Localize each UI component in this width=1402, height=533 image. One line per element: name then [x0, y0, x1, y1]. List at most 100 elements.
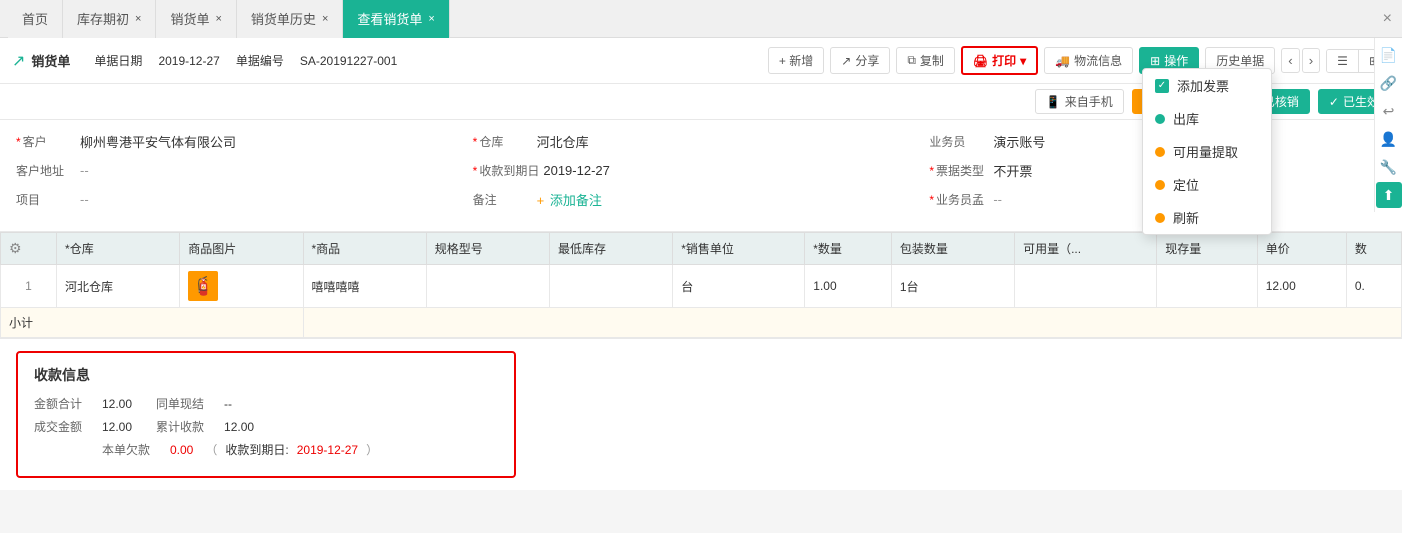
sales-order-icon: ↗: [12, 51, 25, 71]
table-row: 1 河北仓库 🧯 嘻嘻嘻嘻 台 1.00 1台 12.00 0.: [1, 265, 1402, 308]
row-extra-1: 0.: [1346, 265, 1401, 308]
share-label: 分享: [855, 52, 879, 69]
bottom-area: 收款信息 金额合计 12.00 同单现结 -- 成交金额 12.00 累计收款 …: [0, 338, 1402, 490]
new-button[interactable]: + 新增: [768, 47, 824, 74]
from-phone-label: 来自手机: [1065, 93, 1113, 110]
payment-row-1: 金额合计 12.00 同单现结 --: [34, 395, 498, 412]
tab-sales-order-close[interactable]: ×: [215, 13, 221, 25]
locate-icon: [1155, 180, 1165, 190]
print-label: 打印: [992, 52, 1016, 69]
tab-sales-history-label: 销货单历史: [251, 9, 316, 28]
nav-arrows: ‹ ›: [1281, 48, 1320, 73]
date-label: 单据日期: [94, 52, 142, 69]
tab-sales-order[interactable]: 销货单 ×: [156, 0, 236, 38]
copy-label: 复制: [920, 52, 944, 69]
warehouse-value: 河北仓库: [537, 132, 589, 151]
history-label: 历史单据: [1216, 52, 1264, 69]
list-view-button[interactable]: ☰: [1327, 50, 1359, 72]
subtotal-row: 小计: [1, 308, 1402, 338]
due-date-label: 收款到期日: [473, 162, 540, 179]
dropdown-item-add-invoice[interactable]: ✓ 添加发票: [1143, 69, 1271, 102]
document-type-label: 销货单: [31, 51, 70, 70]
prev-button[interactable]: ‹: [1281, 48, 1299, 73]
tab-inventory-close[interactable]: ×: [135, 13, 141, 25]
row-warehouse-1: 河北仓库: [57, 265, 180, 308]
row-product-1: 嘻嘻嘻嘻: [303, 265, 426, 308]
ticket-type-value: 不开票: [993, 161, 1032, 180]
col-price: 单价: [1257, 233, 1346, 265]
dropdown-item-refresh[interactable]: 刷新: [1143, 201, 1271, 234]
col-settings: ⚙: [1, 233, 57, 265]
product-image-1: 🧯: [188, 271, 218, 301]
row-product-img-1: 🧯: [180, 265, 303, 308]
product-table-wrapper: ⚙ *仓库 商品图片 *商品 规格型号 最低库存 *销售单位 *数量 包装数量 …: [0, 232, 1402, 338]
due-date-field: 收款到期日 2019-12-27: [473, 162, 930, 179]
dropdown-item-locate[interactable]: 定位: [1143, 168, 1271, 201]
tab-sales-history-close[interactable]: ×: [322, 13, 328, 25]
date-value: 2019-12-27: [158, 54, 219, 68]
next-button[interactable]: ›: [1302, 48, 1320, 73]
row-quantity-1: 1.00: [805, 265, 892, 308]
project-value: --: [80, 192, 89, 207]
add-remark-label: 添加备注: [550, 193, 602, 208]
document-title: ↗ 销货单: [12, 51, 70, 71]
logistics-label: 物流信息: [1074, 52, 1122, 69]
sidebar-btn-2[interactable]: 🔗: [1376, 70, 1402, 96]
print-icon: 🖨: [973, 54, 988, 68]
tab-inventory-init[interactable]: 库存期初 ×: [63, 0, 156, 38]
row-spec-1: [426, 265, 549, 308]
remark-field: 备注 + 添加备注: [473, 190, 930, 209]
dropdown-item-available-qty[interactable]: 可用量提取: [1143, 135, 1271, 168]
col-current-stock: 现存量: [1157, 233, 1257, 265]
transaction-field: 成交金额 12.00: [34, 418, 132, 435]
phone-icon: 📱: [1046, 95, 1061, 109]
due-label: 本单欠款: [102, 441, 162, 458]
sidebar-btn-6[interactable]: ⬆: [1376, 182, 1402, 208]
row-min-stock-1: [549, 265, 672, 308]
dropdown-item-outbound[interactable]: 出库: [1143, 102, 1271, 135]
staff2-value: --: [993, 192, 1002, 207]
settings-icon[interactable]: ⚙: [9, 240, 22, 256]
logistics-button[interactable]: 🚚 物流信息: [1044, 47, 1133, 74]
sidebar-btn-4[interactable]: 👤: [1376, 126, 1402, 152]
same-order-field: 同单现结 --: [156, 395, 232, 412]
tab-view-sales[interactable]: 查看销货单 ×: [343, 0, 449, 38]
payment-info: 收款信息 金额合计 12.00 同单现结 -- 成交金额 12.00 累计收款 …: [16, 351, 516, 478]
operations-dropdown: ✓ 添加发票 出库 可用量提取 定位 刷新: [1142, 68, 1272, 235]
sidebar-btn-5[interactable]: 🔧: [1376, 154, 1402, 180]
tab-sales-history[interactable]: 销货单历史 ×: [237, 0, 343, 38]
col-available: 可用量（...: [1015, 233, 1157, 265]
row-sales-unit-1: 台: [673, 265, 805, 308]
warehouse-field: 仓库 河北仓库: [473, 132, 930, 151]
cumulative-value: 12.00: [224, 420, 254, 434]
toolbar-actions: + 新增 ↗ 分享 ⧉ 复制 🖨 打印 ▾ 🚚 物流信息 ⊞ 操作 历史单据 ‹…: [768, 46, 1390, 75]
col-extra: 数: [1346, 233, 1401, 265]
number-label: 单据编号: [236, 52, 284, 69]
address-label: 客户地址: [16, 162, 76, 179]
cumulative-field: 累计收款 12.00: [156, 418, 254, 435]
sidebar-btn-3[interactable]: ↩: [1376, 98, 1402, 124]
row-num-1: 1: [1, 265, 57, 308]
table-header-row: ⚙ *仓库 商品图片 *商品 规格型号 最低库存 *销售单位 *数量 包装数量 …: [1, 233, 1402, 265]
add-remark-button[interactable]: + 添加备注: [537, 190, 602, 209]
available-qty-icon: [1155, 147, 1165, 157]
tab-view-sales-close[interactable]: ×: [428, 13, 434, 25]
print-button[interactable]: 🖨 打印 ▾: [961, 46, 1038, 75]
copy-button[interactable]: ⧉ 复制: [896, 47, 955, 74]
refresh-label: 刷新: [1173, 208, 1199, 227]
window-close-button[interactable]: ×: [1383, 10, 1392, 28]
due-date-val: 2019-12-27: [297, 443, 358, 457]
outbound-icon: [1155, 114, 1165, 124]
warehouse-label: 仓库: [473, 133, 533, 150]
refresh-icon: [1155, 213, 1165, 223]
ticket-type-label: 票据类型: [929, 162, 989, 179]
total-value: 12.00: [102, 397, 132, 411]
same-order-label: 同单现结: [156, 395, 216, 412]
number-value: SA-20191227-001: [300, 54, 397, 68]
share-button[interactable]: ↗ 分享: [830, 47, 890, 74]
tab-home[interactable]: 首页: [8, 0, 63, 38]
tab-home-label: 首页: [22, 9, 48, 28]
subtotal-label: 小计: [1, 308, 304, 338]
from-phone-button[interactable]: 📱 来自手机: [1035, 89, 1124, 114]
sidebar-btn-1[interactable]: 📄: [1376, 42, 1402, 68]
